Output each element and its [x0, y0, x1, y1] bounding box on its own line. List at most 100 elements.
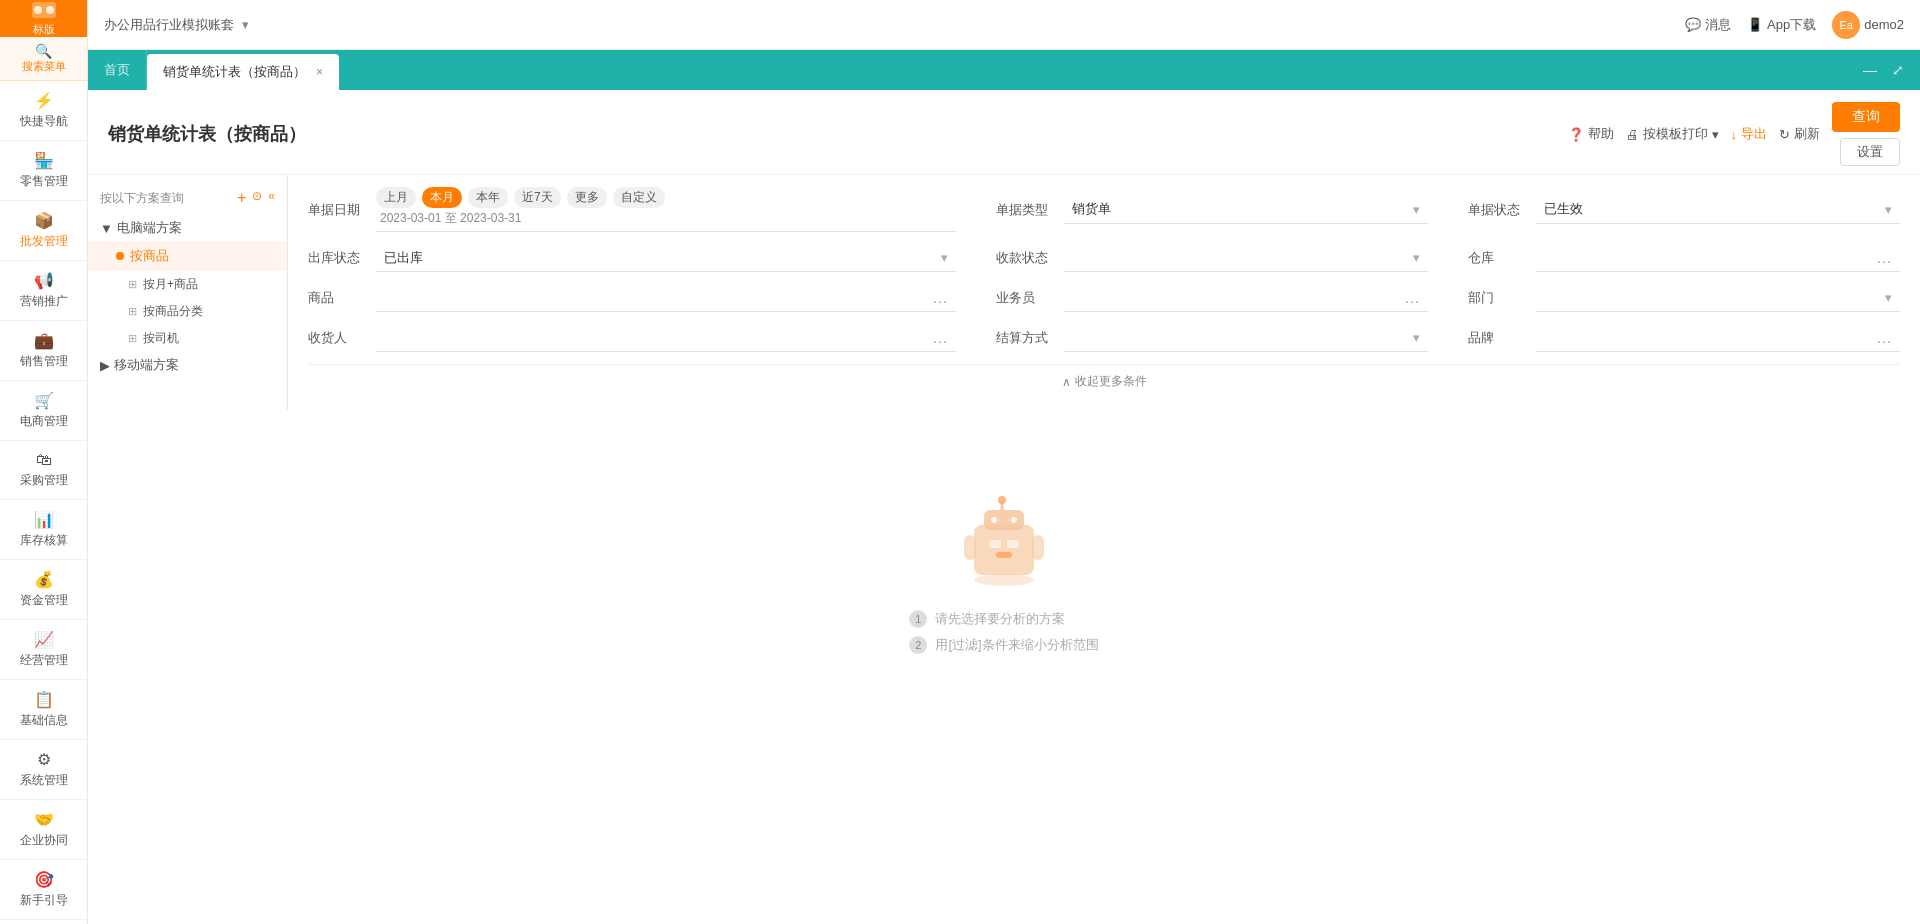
industry-title: 办公用品行业模拟账套 — [104, 16, 234, 34]
finance-icon: 💰 — [34, 570, 54, 589]
sidebar-item-finance[interactable]: 💰 资金管理 — [0, 560, 87, 620]
warehouse-control[interactable]: … — [1536, 244, 1900, 272]
sidebar-item-marketing[interactable]: 📢 营销推广 — [0, 261, 87, 321]
sidebar-search[interactable]: 🔍 搜索菜单 — [0, 37, 87, 81]
user-profile[interactable]: Ea demo2 — [1832, 11, 1904, 39]
filter-main: 单据日期 上月 本月 本年 近7天 更多 自定义 2023-03-01 至 20… — [288, 175, 1920, 410]
date-tag-cur[interactable]: 本月 — [422, 187, 462, 208]
doc-status-control[interactable]: 已生效 ▾ — [1536, 196, 1900, 224]
ecommerce-icon: 🛒 — [34, 391, 54, 410]
doc-status-chevron[interactable]: ▾ — [1885, 202, 1892, 217]
mobile-scheme-label: 移动端方案 — [114, 356, 179, 374]
scheme-sub-driver[interactable]: ⊞ 按司机 — [88, 325, 287, 352]
pay-status-chevron[interactable]: ▾ — [1413, 250, 1420, 265]
warehouse-dots[interactable]: … — [1876, 249, 1892, 267]
scheme-item-product[interactable]: 按商品 — [88, 241, 287, 271]
sidebar-item-purchase[interactable]: 🛍 采购管理 — [0, 441, 87, 500]
tab-home[interactable]: 首页 — [88, 50, 147, 90]
doc-type-control[interactable]: 销货单 ▾ — [1064, 196, 1428, 224]
sidebar-item-basic-info[interactable]: 📋 基础信息 — [0, 680, 87, 740]
date-tag-prev[interactable]: 上月 — [376, 187, 416, 208]
doc-status-value: 已生效 — [1544, 200, 1583, 218]
messages-button[interactable]: 💬 消息 — [1685, 16, 1731, 34]
add-scheme-icon[interactable]: + — [237, 189, 246, 207]
messages-label: 消息 — [1705, 16, 1731, 34]
settle-label: 结算方式 — [996, 329, 1056, 347]
collapse-bar[interactable]: ∧ 收起更多条件 — [308, 364, 1900, 398]
receiver-field: 收货人 … — [308, 324, 956, 352]
setting-button[interactable]: 设置 — [1840, 138, 1900, 166]
pay-status-label: 收款状态 — [996, 249, 1056, 267]
sidebar-item-inventory[interactable]: 📊 库存核算 — [0, 500, 87, 560]
tab-active[interactable]: 销货单统计表（按商品） × — [147, 54, 339, 90]
sidebar-item-enterprise[interactable]: 🤝 企业协同 — [0, 800, 87, 860]
industry-dropdown-icon[interactable]: ▾ — [242, 17, 249, 32]
dept-chevron[interactable]: ▾ — [1885, 290, 1892, 305]
svg-point-6 — [991, 517, 997, 523]
category-scheme-label: 按商品分类 — [143, 303, 203, 320]
filter-row-4: 收货人 … 结算方式 ▾ — [308, 324, 1900, 352]
app-logo[interactable]: 标版 — [0, 0, 87, 37]
sidebar-item-quick-nav[interactable]: ⚡ 快捷导航 — [0, 81, 87, 141]
ship-status-chevron[interactable]: ▾ — [941, 250, 948, 265]
sidebar-item-operations[interactable]: 📈 经营管理 — [0, 620, 87, 680]
template-print-label: 按模板打印 — [1643, 125, 1708, 143]
query-button[interactable]: 查询 — [1832, 102, 1900, 132]
date-tag-custom[interactable]: 自定义 — [613, 187, 665, 208]
product-control[interactable]: … — [376, 284, 956, 312]
date-tag-year[interactable]: 本年 — [468, 187, 508, 208]
app-download-button[interactable]: 📱 App下载 — [1747, 16, 1816, 34]
collapse-scheme-icon[interactable]: « — [268, 189, 275, 207]
brand-control[interactable]: … — [1536, 324, 1900, 352]
tab-minimize-button[interactable]: — — [1860, 60, 1880, 80]
staff-dots[interactable]: … — [1404, 289, 1420, 307]
scheme-sub-monthly[interactable]: ⊞ 按月+商品 — [88, 271, 287, 298]
sales-label: 销售管理 — [20, 353, 68, 370]
export-button[interactable]: ↓ 导出 — [1731, 125, 1768, 143]
receiver-control[interactable]: … — [376, 324, 956, 352]
doc-type-chevron[interactable]: ▾ — [1413, 202, 1420, 217]
ship-status-control[interactable]: 已出库 ▾ — [376, 244, 956, 272]
sidebar-item-retail[interactable]: 🏪 零售管理 — [0, 141, 87, 201]
date-control: 上月 本月 本年 近7天 更多 自定义 2023-03-01 至 2023-03… — [376, 187, 956, 232]
wholesale-label: 批发管理 — [20, 233, 68, 250]
help-button[interactable]: ❓ 帮助 — [1568, 125, 1614, 143]
sidebar-item-system[interactable]: ⚙ 系统管理 — [0, 740, 87, 800]
sidebar-item-ecommerce[interactable]: 🛒 电商管理 — [0, 381, 87, 441]
tab-close-button[interactable]: × — [316, 65, 323, 79]
tab-maximize-button[interactable]: ⤢ — [1888, 60, 1908, 80]
settle-chevron[interactable]: ▾ — [1413, 330, 1420, 345]
sidebar-item-app-center[interactable]: 📱 应用中心 — [0, 920, 87, 924]
staff-control[interactable]: … — [1064, 284, 1428, 312]
sidebar-item-sales[interactable]: 💼 销售管理 — [0, 321, 87, 381]
svg-point-1 — [34, 6, 42, 14]
settings-scheme-icon[interactable]: ⊙ — [252, 189, 262, 207]
home-tab-label: 首页 — [104, 61, 130, 79]
scheme-sub-category[interactable]: ⊞ 按商品分类 — [88, 298, 287, 325]
print-icon: 🖨 — [1626, 127, 1639, 142]
template-print-dropdown-icon[interactable]: ▾ — [1712, 127, 1719, 142]
svg-rect-10 — [996, 552, 1012, 558]
empty-tips: 1 请先选择要分析的方案 2 用[过滤]条件来缩小分析范围 — [909, 610, 1098, 654]
sidebar-item-wholesale[interactable]: 📦 批发管理 — [0, 201, 87, 261]
sidebar-item-guide[interactable]: 🎯 新手引导 — [0, 860, 87, 920]
date-tag-7days[interactable]: 近7天 — [514, 187, 561, 208]
desktop-scheme-group[interactable]: ▼ 电脑端方案 — [88, 215, 287, 241]
pay-status-control[interactable]: ▾ — [1064, 244, 1428, 272]
date-tag-more[interactable]: 更多 — [567, 187, 607, 208]
template-print-button[interactable]: 🖨 按模板打印 ▾ — [1626, 125, 1719, 143]
brand-dots[interactable]: … — [1876, 329, 1892, 347]
dept-control[interactable]: ▾ — [1536, 284, 1900, 312]
help-label: 帮助 — [1588, 125, 1614, 143]
refresh-button[interactable]: ↻ 刷新 — [1779, 125, 1820, 143]
guide-icon: 🎯 — [34, 870, 54, 889]
product-dots[interactable]: … — [932, 289, 948, 307]
settle-control[interactable]: ▾ — [1064, 324, 1428, 352]
page-actions: ❓ 帮助 🖨 按模板打印 ▾ ↓ 导出 ↻ 刷新 查询 — [1568, 102, 1901, 166]
active-scheme-dot — [116, 252, 124, 260]
retail-icon: 🏪 — [34, 151, 54, 170]
mobile-scheme-group[interactable]: ▶ 移动端方案 — [88, 352, 287, 378]
receiver-dots[interactable]: … — [932, 329, 948, 347]
refresh-label: 刷新 — [1794, 125, 1820, 143]
receiver-label: 收货人 — [308, 329, 368, 347]
